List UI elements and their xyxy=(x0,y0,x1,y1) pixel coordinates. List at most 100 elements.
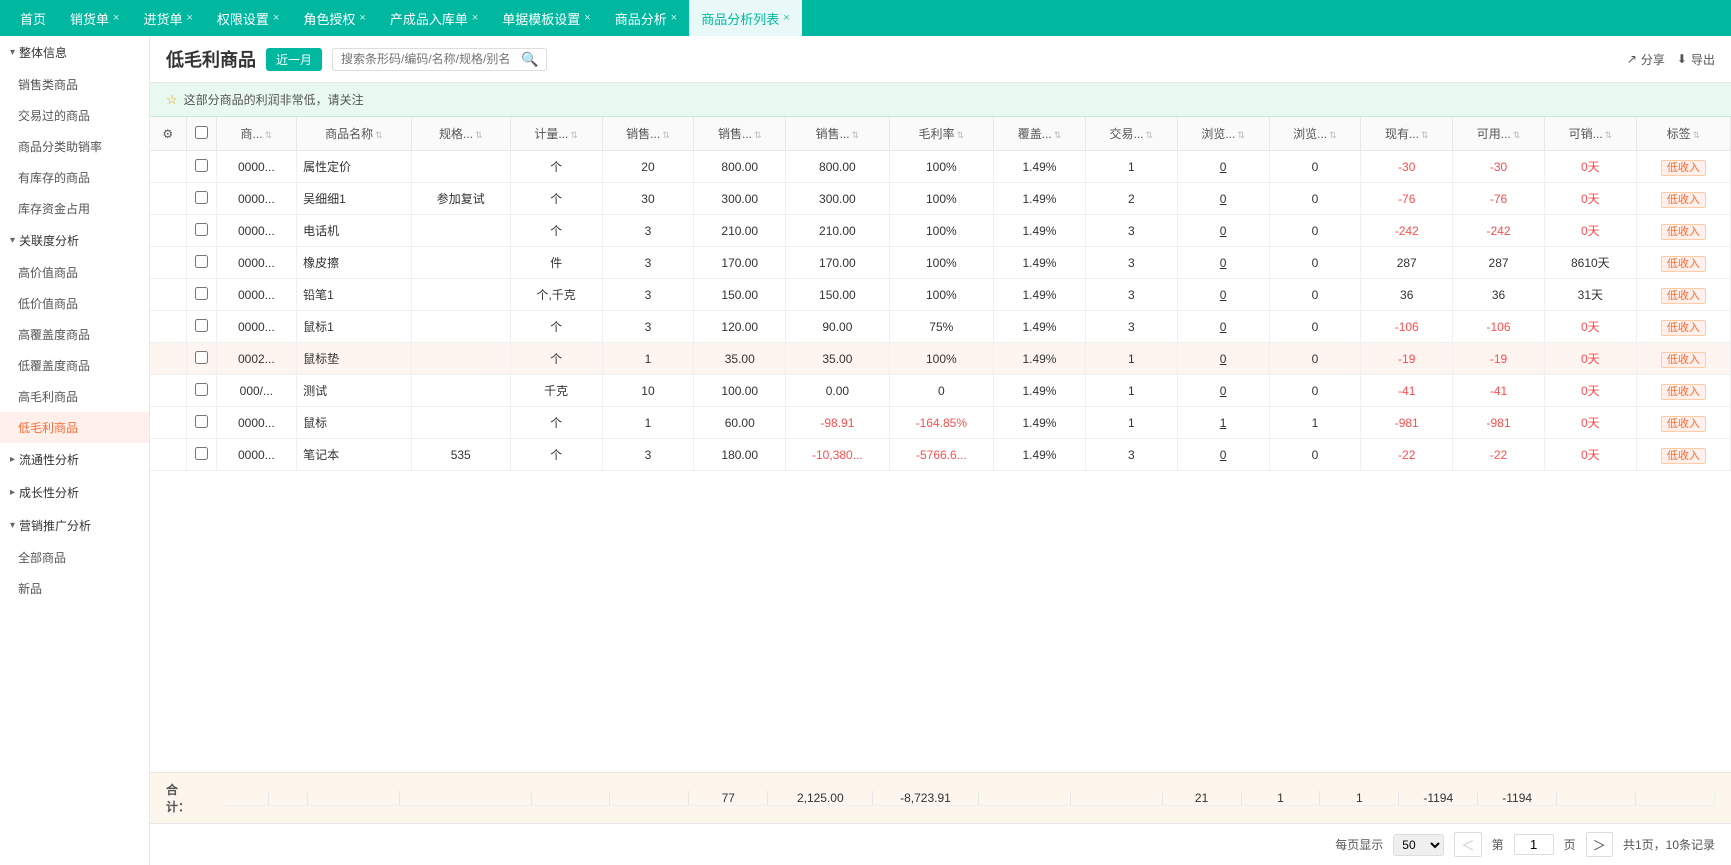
sidebar-item-new-goods[interactable]: 新品 xyxy=(0,573,149,604)
close-icon[interactable]: × xyxy=(273,12,279,24)
nav-item-template[interactable]: 单据模板设置 × xyxy=(490,0,602,36)
page-input[interactable] xyxy=(1514,834,1554,855)
cell-checkbox[interactable] xyxy=(186,407,216,439)
sidebar-item-traded-goods[interactable]: 交易过的商品 xyxy=(0,100,149,131)
cell-checkbox[interactable] xyxy=(186,151,216,183)
nav-item-purchase[interactable]: 进货单 × xyxy=(131,0,204,36)
cell-view2: 0 xyxy=(1269,247,1361,279)
cell-name: 鼠标 xyxy=(297,407,412,439)
cell-view1[interactable]: 0 xyxy=(1177,247,1269,279)
row-checkbox[interactable] xyxy=(195,383,208,396)
close-icon[interactable]: × xyxy=(359,12,365,24)
row-checkbox[interactable] xyxy=(195,191,208,204)
col-transaction[interactable]: 交易...⇅ xyxy=(1085,117,1177,151)
nav-item-home[interactable]: 首页 xyxy=(8,0,58,36)
close-icon[interactable]: × xyxy=(113,12,119,24)
cell-view1[interactable]: 1 xyxy=(1177,407,1269,439)
cell-view1[interactable]: 0 xyxy=(1177,375,1269,407)
col-saleable[interactable]: 可销...⇅ xyxy=(1544,117,1636,151)
col-margin[interactable]: 毛利率⇅ xyxy=(889,117,993,151)
sidebar-section-liquidity[interactable]: ▸ 流通性分析 xyxy=(0,443,149,476)
cell-checkbox[interactable] xyxy=(186,375,216,407)
sidebar-section-overall[interactable]: ▾ 整体信息 xyxy=(0,36,149,69)
row-checkbox[interactable] xyxy=(195,351,208,364)
share-button[interactable]: ↗ 分享 xyxy=(1627,51,1665,68)
col-checkbox[interactable] xyxy=(186,117,216,151)
cell-view1[interactable]: 0 xyxy=(1177,151,1269,183)
close-icon[interactable]: × xyxy=(472,12,478,24)
sidebar-item-sales-goods[interactable]: 销售类商品 xyxy=(0,69,149,100)
row-checkbox[interactable] xyxy=(195,255,208,268)
col-tag[interactable]: 标签⇅ xyxy=(1636,117,1730,151)
row-checkbox[interactable] xyxy=(195,447,208,460)
select-all-checkbox[interactable] xyxy=(195,126,208,139)
col-price[interactable]: 销售...⇅ xyxy=(694,117,786,151)
nav-item-product-in[interactable]: 产成品入库单 × xyxy=(378,0,490,36)
sidebar-item-capital-usage[interactable]: 库存资金占用 xyxy=(0,193,149,224)
close-icon[interactable]: × xyxy=(671,12,677,24)
cell-checkbox[interactable] xyxy=(186,183,216,215)
col-available[interactable]: 可用...⇅ xyxy=(1453,117,1545,151)
nav-item-sales[interactable]: 销货单 × xyxy=(58,0,131,36)
row-checkbox[interactable] xyxy=(195,287,208,300)
col-code[interactable]: 商...⇅ xyxy=(216,117,297,151)
next-page-button[interactable]: ＞ xyxy=(1586,832,1613,857)
prev-page-button[interactable]: ＜ xyxy=(1454,832,1481,857)
sidebar-item-high-value[interactable]: 高价值商品 xyxy=(0,257,149,288)
col-settings[interactable]: ⚙ xyxy=(150,117,186,151)
cell-spec xyxy=(411,247,510,279)
settings-icon[interactable]: ⚙ xyxy=(162,127,173,141)
cell-view1[interactable]: 0 xyxy=(1177,279,1269,311)
cell-checkbox[interactable] xyxy=(186,311,216,343)
nav-item-role[interactable]: 角色授权 × xyxy=(291,0,377,36)
nav-item-goods-analysis-list[interactable]: 商品分析列表 × xyxy=(689,0,801,36)
col-coverage[interactable]: 覆盖...⇅ xyxy=(994,117,1086,151)
cell-code: 0000... xyxy=(216,151,297,183)
sidebar-item-all-goods[interactable]: 全部商品 xyxy=(0,542,149,573)
time-filter-button[interactable]: 近一月 xyxy=(266,48,322,71)
row-checkbox[interactable] xyxy=(195,415,208,428)
cell-checkbox[interactable] xyxy=(186,279,216,311)
cell-checkbox[interactable] xyxy=(186,215,216,247)
sidebar-item-low-margin[interactable]: 低毛利商品 xyxy=(0,412,149,443)
cell-view1[interactable]: 0 xyxy=(1177,343,1269,375)
sidebar-section-relevance[interactable]: ▾ 关联度分析 xyxy=(0,224,149,257)
sidebar-item-low-coverage[interactable]: 低覆盖度商品 xyxy=(0,350,149,381)
sidebar-item-category-rate[interactable]: 商品分类助销率 xyxy=(0,131,149,162)
close-icon[interactable]: × xyxy=(783,12,789,24)
col-unit[interactable]: 计量...⇅ xyxy=(510,117,602,151)
sidebar-item-high-margin[interactable]: 高毛利商品 xyxy=(0,381,149,412)
col-qty[interactable]: 销售...⇅ xyxy=(602,117,694,151)
col-name[interactable]: 商品名称⇅ xyxy=(297,117,412,151)
search-icon[interactable]: 🔍 xyxy=(521,51,538,68)
col-spec[interactable]: 规格...⇅ xyxy=(411,117,510,151)
cell-view1[interactable]: 0 xyxy=(1177,183,1269,215)
per-page-select[interactable]: 50 100 200 xyxy=(1393,834,1444,856)
col-view2[interactable]: 浏览...⇅ xyxy=(1269,117,1361,151)
sidebar-section-marketing[interactable]: ▾ 营销推广分析 xyxy=(0,509,149,542)
cell-checkbox[interactable] xyxy=(186,247,216,279)
col-current[interactable]: 现有...⇅ xyxy=(1361,117,1453,151)
nav-item-goods-analysis[interactable]: 商品分析 × xyxy=(603,0,689,36)
row-checkbox[interactable] xyxy=(195,223,208,236)
row-checkbox[interactable] xyxy=(195,159,208,172)
sidebar-section-growth[interactable]: ▸ 成长性分析 xyxy=(0,476,149,509)
search-input[interactable] xyxy=(341,52,521,66)
close-icon[interactable]: × xyxy=(186,12,192,24)
sidebar-item-in-stock-goods[interactable]: 有库存的商品 xyxy=(0,162,149,193)
cell-view1[interactable]: 0 xyxy=(1177,439,1269,471)
sidebar-item-high-coverage[interactable]: 高覆盖度商品 xyxy=(0,319,149,350)
sidebar-item-low-value[interactable]: 低价值商品 xyxy=(0,288,149,319)
cell-checkbox[interactable] xyxy=(186,439,216,471)
export-button[interactable]: ⬇ 导出 xyxy=(1677,51,1715,68)
page-label: 第 xyxy=(1492,836,1504,853)
col-view1[interactable]: 浏览...⇅ xyxy=(1177,117,1269,151)
cell-price: 170.00 xyxy=(694,247,786,279)
nav-item-permission[interactable]: 权限设置 × xyxy=(205,0,291,36)
cell-view1[interactable]: 0 xyxy=(1177,215,1269,247)
cell-checkbox[interactable] xyxy=(186,343,216,375)
close-icon[interactable]: × xyxy=(584,12,590,24)
cell-view1[interactable]: 0 xyxy=(1177,311,1269,343)
col-amount[interactable]: 销售...⇅ xyxy=(786,117,889,151)
row-checkbox[interactable] xyxy=(195,319,208,332)
